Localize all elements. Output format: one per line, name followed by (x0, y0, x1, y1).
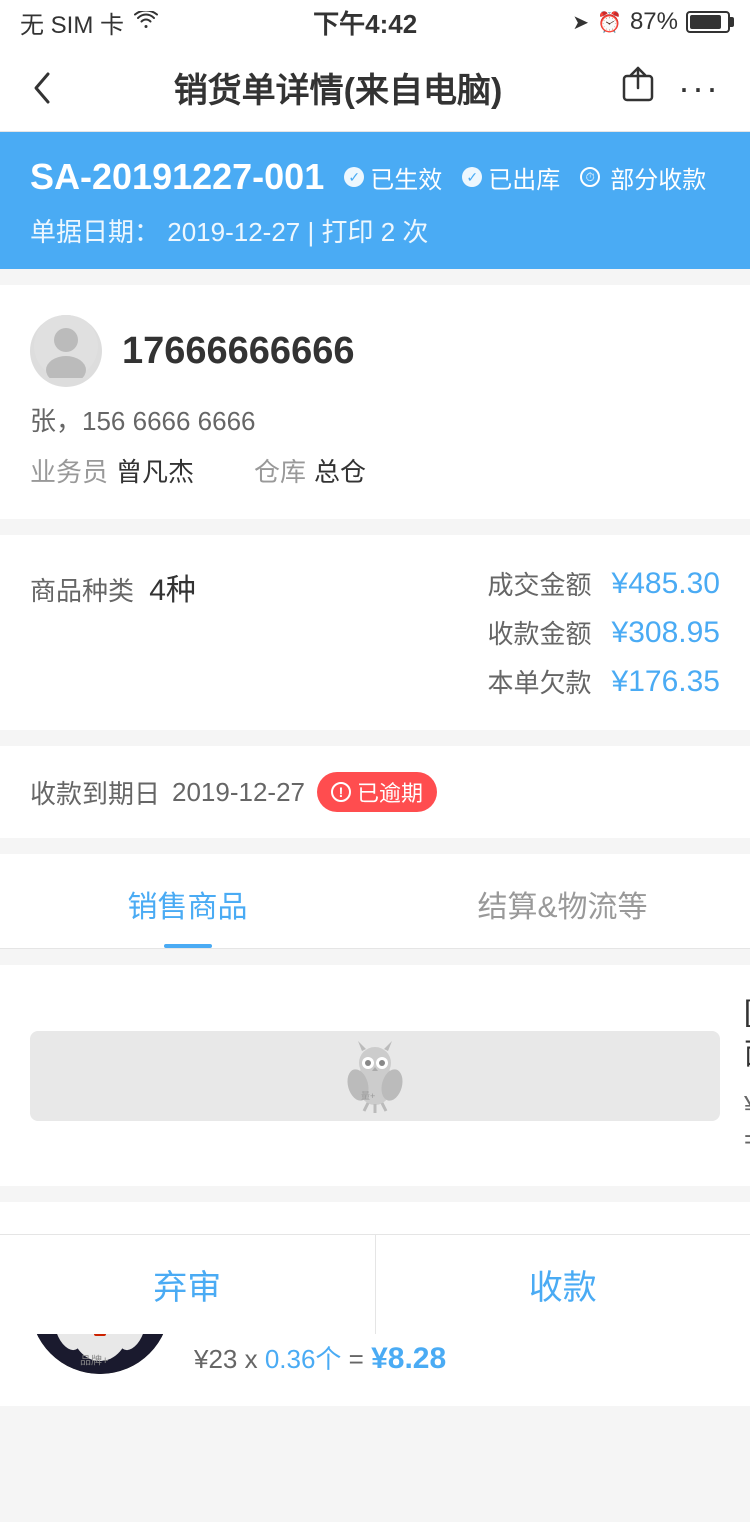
overdue-badge: ! 已逾期 (317, 772, 437, 812)
battery-label: 87% (630, 8, 678, 36)
trading-label: 成交金额 (488, 565, 592, 602)
customer-contact: 张，156 6666 6666 (30, 401, 720, 438)
page-title: 销货单详情(来自电脑) (174, 63, 503, 112)
price-total-2: ¥8.28 (371, 1342, 446, 1375)
share-icon[interactable] (622, 66, 654, 110)
owed-row: 本单欠款 ¥176.35 (488, 663, 720, 700)
kind-count: 4种 (149, 574, 196, 607)
price-eq-2: = (349, 1344, 371, 1374)
nav-actions: ··· (622, 66, 720, 110)
status-right: ➤ ⏰ 87% (572, 8, 730, 36)
sales-label: 业务员 (30, 452, 108, 489)
print-label: | 打印 (307, 217, 373, 247)
status-bar: 无 SIM 卡 下午4:42 ➤ ⏰ 87% (0, 0, 750, 44)
tab-sales-goods[interactable]: 销售商品 (0, 854, 375, 948)
badge-dot-1: ✓ (344, 167, 364, 187)
trading-row: 成交金额 ¥485.30 (488, 565, 720, 602)
price-qty-2: 0.36个 (265, 1344, 342, 1374)
order-date-row: 单据日期： 2019-12-27 | 打印 2 次 (30, 212, 720, 249)
product-price-1: ¥40 x 5袋 = ¥199.99 (744, 1085, 750, 1156)
sales-meta: 业务员 曾凡杰 (30, 452, 194, 489)
cancel-label: 弃审 (153, 1260, 221, 1309)
trading-amount: ¥485.30 (612, 567, 720, 601)
order-id-row: SA-20191227-001 ✓ 已生效 ✓ 已出库 ⏱ 部分收款 (30, 156, 720, 198)
header-banner: SA-20191227-001 ✓ 已生效 ✓ 已出库 ⏱ 部分收款 单据日期：… (0, 132, 750, 269)
due-date-section: 收款到期日 2019-12-27 ! 已逾期 (0, 746, 750, 838)
owl-icon: 量+ (330, 1031, 420, 1121)
kind-label: 商品种类 (30, 576, 134, 606)
product-price-2: ¥23 x 0.36个 = ¥8.28 (194, 1339, 720, 1376)
bottom-toolbar: 弃审 收款 (0, 1234, 750, 1334)
overdue-label: 已逾期 (357, 776, 423, 808)
product-info-1: [0000002]面包 ¥40 x 5袋 = ¥199.99 (744, 995, 750, 1156)
bottom-spacer (0, 1406, 750, 1522)
badge-label-3: 部分收款 (610, 160, 706, 195)
collected-row: 收款金额 ¥308.95 (488, 614, 720, 651)
print-suffix: 次 (402, 217, 428, 247)
price-eq-1: = (744, 1124, 750, 1154)
confirm-button[interactable]: 收款 (376, 1235, 750, 1334)
customer-section: 17666666666 张，156 6666 6666 业务员 曾凡杰 仓库 总… (0, 285, 750, 519)
customer-meta: 业务员 曾凡杰 仓库 总仓 (30, 452, 720, 489)
product-thumb-1: 量+ (30, 1031, 720, 1121)
stats-amounts: 成交金额 ¥485.30 收款金额 ¥308.95 本单欠款 ¥176.35 (488, 565, 720, 700)
owed-amount: ¥176.35 (612, 665, 720, 699)
badge-shipped: ✓ 已出库 (462, 160, 560, 195)
product-item-1: 量+ [0000002]面包 ¥40 x 5袋 = ¥199.99 (0, 965, 750, 1186)
due-label: 收款到期日 (30, 774, 160, 811)
badge-effective: ✓ 已生效 (344, 160, 442, 195)
customer-avatar (30, 315, 102, 387)
badge-partial: ⏱ 部分收款 (580, 160, 706, 195)
stats-section: 商品种类 4种 成交金额 ¥485.30 收款金额 ¥308.95 本单欠款 ¥… (0, 535, 750, 730)
due-date-value: 2019-12-27 (172, 777, 305, 808)
carrier-label: 无 SIM 卡 (20, 5, 124, 40)
tab-sales-label: 销售商品 (128, 891, 248, 924)
warehouse-label: 仓库 (254, 452, 306, 489)
warehouse-meta: 仓库 总仓 (254, 452, 366, 489)
avatar-icon (34, 315, 98, 387)
badge-label-1: 已生效 (370, 160, 442, 195)
location-icon: ➤ (572, 10, 589, 35)
tab-settlement-label: 结算&物流等 (477, 891, 647, 924)
more-icon[interactable]: ··· (678, 67, 720, 109)
sales-name: 曾凡杰 (116, 452, 194, 489)
tab-settlement[interactable]: 结算&物流等 (375, 854, 750, 948)
back-button[interactable] (30, 68, 54, 108)
print-count: 2 (381, 217, 395, 247)
warehouse-name: 总仓 (314, 452, 366, 489)
collected-label: 收款金额 (488, 614, 592, 651)
badge-label-2: 已出库 (488, 160, 560, 195)
tabs-section: 销售商品 结算&物流等 (0, 854, 750, 949)
customer-name-row: 17666666666 (30, 315, 720, 387)
date-label: 单据日期： (30, 217, 160, 247)
battery-fill (690, 15, 721, 29)
battery-indicator (686, 11, 730, 33)
stats-kinds: 商品种类 4种 (30, 565, 196, 609)
overdue-icon: ! (331, 782, 351, 802)
svg-text:量+: 量+ (361, 1091, 375, 1101)
status-time: 下午4:42 (313, 4, 417, 41)
price-base-2: ¥23 x (194, 1344, 265, 1374)
collected-amount: ¥308.95 (612, 616, 720, 650)
product-name-1: [0000002]面包 (744, 995, 750, 1073)
confirm-label: 收款 (529, 1260, 597, 1309)
order-id-text: SA-20191227-001 (30, 156, 324, 198)
wifi-icon (134, 9, 158, 35)
nav-bar: 销货单详情(来自电脑) ··· (0, 44, 750, 132)
status-left: 无 SIM 卡 (20, 5, 158, 40)
alarm-icon: ⏰ (597, 10, 622, 35)
price-base-1: ¥40 x (744, 1090, 750, 1120)
order-date-value: 2019-12-27 (167, 217, 300, 247)
owed-label: 本单欠款 (488, 663, 592, 700)
cancel-button[interactable]: 弃审 (0, 1235, 376, 1334)
svg-text:品牌+: 品牌+ (80, 1353, 108, 1367)
clock-icon: ⏱ (580, 167, 600, 187)
customer-name: 17666666666 (122, 330, 354, 373)
badge-dot-2: ✓ (462, 167, 482, 187)
